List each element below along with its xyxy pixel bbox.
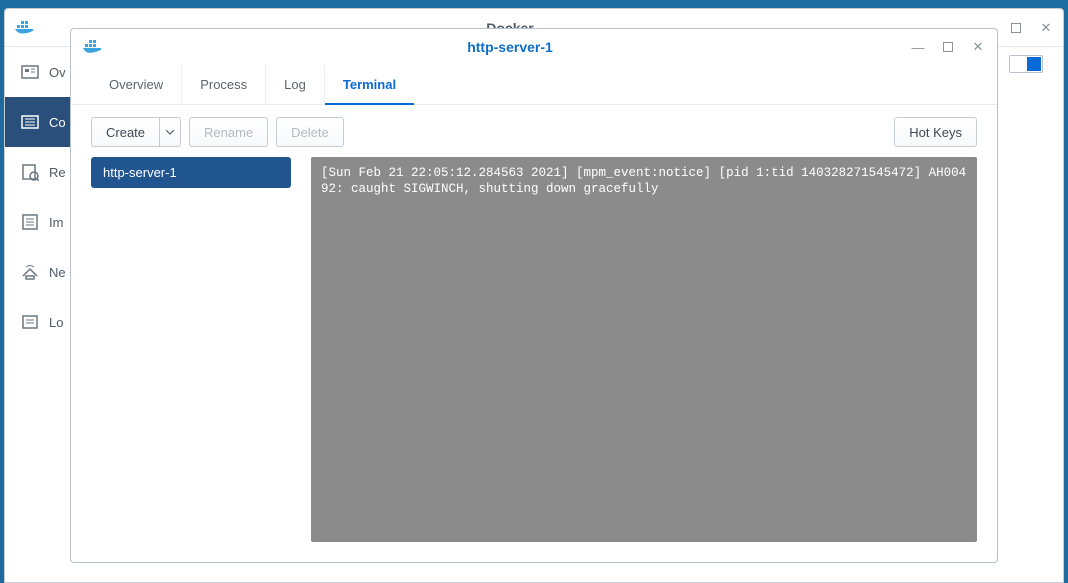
button-row: Create Rename Delete xyxy=(91,117,291,147)
sidebar-item-container[interactable]: Co xyxy=(5,97,77,147)
terminal-output[interactable]: [Sun Feb 21 22:05:12.284563 2021] [mpm_e… xyxy=(311,157,977,542)
sidebar-item-image[interactable]: Im xyxy=(5,197,77,247)
tab-overview[interactable]: Overview xyxy=(91,65,182,105)
sidebar-item-registry[interactable]: Re xyxy=(5,147,77,197)
sidebar-label: Re xyxy=(49,165,66,180)
create-button[interactable]: Create xyxy=(91,117,159,147)
container-icon xyxy=(21,113,39,131)
sidebar-label: Ne xyxy=(49,265,66,280)
terminal-window: http-server-1 — ✕ Overview Process Log T… xyxy=(70,28,998,563)
maximize-icon[interactable] xyxy=(1009,21,1023,35)
container-toggle[interactable] xyxy=(1009,55,1043,73)
modal-window-controls: — ✕ xyxy=(911,40,985,54)
minimize-icon[interactable]: — xyxy=(911,40,925,54)
sidebar-label: Lo xyxy=(49,315,63,330)
create-button-split: Create xyxy=(91,117,181,147)
sidebar-item-overview[interactable]: Ov xyxy=(5,47,77,97)
maximize-icon[interactable] xyxy=(941,40,955,54)
docker-toolbar-right xyxy=(1009,55,1043,73)
image-icon xyxy=(21,213,39,231)
tab-terminal[interactable]: Terminal xyxy=(325,65,414,105)
right-toolbar: Hot Keys xyxy=(311,117,977,147)
terminal-session-item[interactable]: http-server-1 xyxy=(91,157,291,188)
sidebar-item-network[interactable]: Ne xyxy=(5,247,77,297)
docker-logo-icon xyxy=(83,37,109,57)
tab-log[interactable]: Log xyxy=(266,65,325,105)
registry-icon xyxy=(21,163,39,181)
modal-content: Create Rename Delete http-server-1 Hot K… xyxy=(71,105,997,562)
left-column: Create Rename Delete http-server-1 xyxy=(91,117,291,542)
sidebar-label: Im xyxy=(49,215,63,230)
sidebar-label: Co xyxy=(49,115,66,130)
hotkeys-button[interactable]: Hot Keys xyxy=(894,117,977,147)
log-icon xyxy=(21,313,39,331)
docker-logo-icon xyxy=(15,19,41,37)
terminal-titlebar: http-server-1 — ✕ xyxy=(71,29,997,65)
overview-icon xyxy=(21,63,39,81)
right-column: Hot Keys [Sun Feb 21 22:05:12.284563 202… xyxy=(311,117,977,542)
sidebar-label: Ov xyxy=(49,65,66,80)
network-icon xyxy=(21,263,39,281)
close-icon[interactable]: ✕ xyxy=(1039,21,1053,35)
rename-button[interactable]: Rename xyxy=(189,117,268,147)
tab-process[interactable]: Process xyxy=(182,65,266,105)
toggle-handle xyxy=(1027,57,1041,71)
modal-title: http-server-1 xyxy=(109,39,911,55)
tabs: Overview Process Log Terminal xyxy=(71,65,997,105)
chevron-down-icon xyxy=(166,130,174,135)
create-dropdown-button[interactable] xyxy=(159,117,181,147)
close-icon[interactable]: ✕ xyxy=(971,40,985,54)
sidebar-item-log[interactable]: Lo xyxy=(5,297,77,347)
docker-sidebar: Ov Co Re Im Ne Lo xyxy=(5,47,77,582)
